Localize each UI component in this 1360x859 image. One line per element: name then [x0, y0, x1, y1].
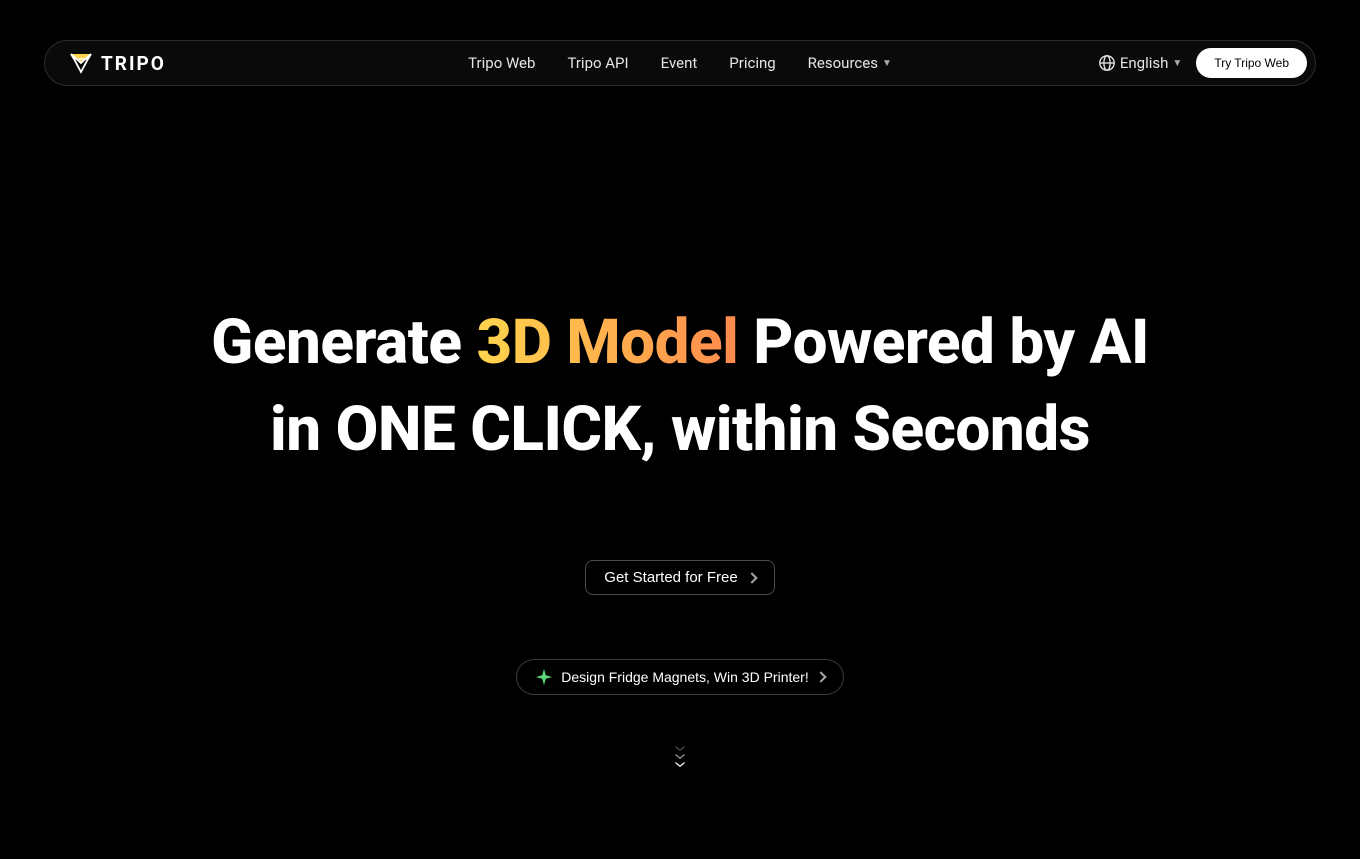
caret-down-icon: ▼	[882, 58, 892, 69]
nav-link-label: Resources	[808, 54, 878, 72]
nav-link-resources[interactable]: Resources ▼	[808, 54, 892, 72]
globe-icon	[1098, 54, 1116, 72]
chevron-right-icon	[746, 572, 757, 583]
caret-down-icon: ▼	[1172, 58, 1182, 69]
hero-suffix: Powered by AI	[738, 306, 1149, 379]
nav-link-label: Pricing	[729, 54, 775, 72]
get-started-button[interactable]: Get Started for Free	[585, 560, 774, 595]
brand-name: TRIPO	[101, 52, 166, 75]
nav-link-pricing[interactable]: Pricing	[729, 54, 775, 72]
hero-highlight: 3D Model	[476, 306, 738, 379]
nav-link-label: Tripo API	[567, 54, 628, 72]
hero-prefix: Generate	[211, 306, 476, 379]
chevron-down-icon	[675, 754, 685, 760]
chevron-right-icon	[815, 671, 826, 682]
nav-link-label: Tripo Web	[468, 54, 535, 72]
scroll-down-indicator[interactable]	[675, 746, 685, 768]
nav-links-container: Tripo Web Tripo API Event Pricing Resour…	[468, 54, 892, 72]
nav-link-tripo-api[interactable]: Tripo API	[567, 54, 628, 72]
sparkle-icon	[535, 668, 553, 686]
chevron-down-icon	[675, 746, 685, 752]
promo-button[interactable]: Design Fridge Magnets, Win 3D Printer!	[516, 659, 843, 695]
nav-link-tripo-web[interactable]: Tripo Web	[468, 54, 535, 72]
hero-title: Generate 3D Model Powered by AI in ONE C…	[0, 300, 1360, 474]
hero-section: Generate 3D Model Powered by AI in ONE C…	[0, 300, 1360, 474]
nav-link-event[interactable]: Event	[661, 54, 698, 72]
cta-container: Get Started for Free Design Fridge Magne…	[0, 560, 1360, 695]
nav-link-label: Event	[661, 54, 698, 72]
nav-right-container: English ▼ Try Tripo Web	[1098, 48, 1307, 78]
cta-primary-label: Get Started for Free	[604, 569, 737, 586]
chevron-down-icon	[675, 762, 685, 768]
try-tripo-web-button[interactable]: Try Tripo Web	[1196, 48, 1307, 78]
language-selector[interactable]: English ▼	[1098, 54, 1182, 72]
brand-logo[interactable]: TRIPO	[69, 52, 166, 75]
logo-icon	[69, 52, 93, 74]
hero-line2: in ONE CLICK, within Seconds	[270, 393, 1090, 466]
language-label: English	[1120, 54, 1169, 72]
cta-secondary-label: Design Fridge Magnets, Win 3D Printer!	[561, 669, 808, 685]
main-navigation: TRIPO Tripo Web Tripo API Event Pricing …	[44, 40, 1316, 86]
